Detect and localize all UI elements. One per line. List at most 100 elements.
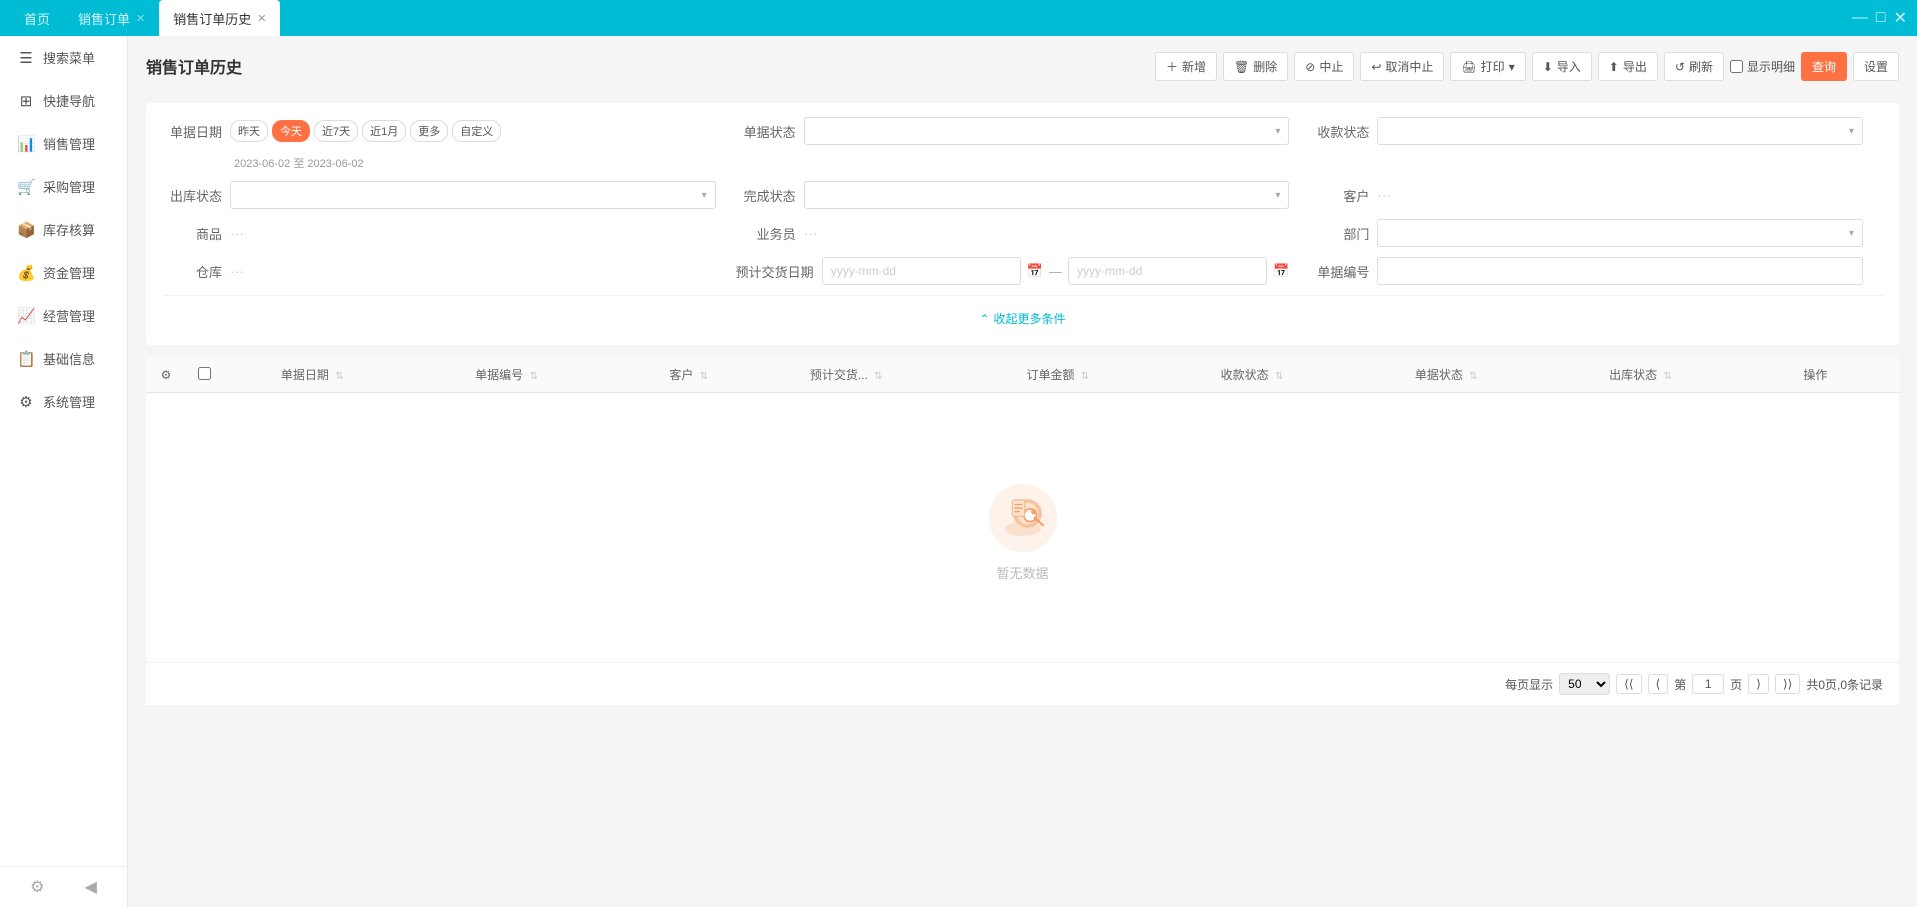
date-range-display: 2023-06-02 至 2023-06-02 <box>234 155 364 171</box>
refresh-icon: ↺ <box>1675 60 1685 74</box>
sidebar-item-quick-nav[interactable]: ⊞ 快捷导航 <box>0 79 127 122</box>
order-no-input[interactable] <box>1377 257 1863 285</box>
collapse-up-icon: ⌃ <box>979 312 989 326</box>
table-col-delivery: 预计交货... ⇅ <box>798 357 1015 393</box>
settings-button[interactable]: 设置 <box>1853 52 1899 81</box>
tab-sales-order[interactable]: 销售订单 ✕ <box>64 0 159 36</box>
filter-row-2: 出库状态 ▾ 完成状态 ▾ 客户 ··· <box>162 181 1883 209</box>
filter-row-3: 商品 ··· 业务员 ··· 部门 ▾ <box>162 219 1883 247</box>
date-pill-more[interactable]: 更多 <box>410 120 448 142</box>
show-detail-checkbox-label[interactable]: 显示明细 <box>1730 58 1795 75</box>
outbound-label: 出库状态 <box>162 186 222 205</box>
sort-orderstatus-icon[interactable]: ⇅ <box>1469 371 1477 382</box>
warehouse-picker[interactable]: ··· <box>230 263 244 279</box>
order-no-label: 单据编号 <box>1309 262 1369 281</box>
query-button[interactable]: 查询 <box>1801 52 1847 81</box>
delete-button[interactable]: 🗑 删除 <box>1223 52 1288 81</box>
table-settings-col[interactable]: ⚙ <box>146 357 186 393</box>
sort-delivery-icon[interactable]: ⇅ <box>874 371 882 382</box>
customer-control: ··· <box>1377 187 1863 203</box>
order-status-select[interactable]: ▾ <box>804 117 1290 145</box>
sidebar-item-system[interactable]: ⚙ 系统管理 <box>0 380 127 423</box>
data-table-wrap: ⚙ 单据日期 ⇅ 单据编号 ⇅ 客户 <box>146 357 1899 662</box>
window-close-button[interactable]: ✕ <box>1894 8 1907 28</box>
sidebar: ☰ 搜索菜单 ⊞ 快捷导航 📊 销售管理 🛒 采购管理 📦 库存核算 💰 资金管… <box>0 36 128 907</box>
select-all-checkbox[interactable] <box>198 367 211 380</box>
sidebar-item-basics[interactable]: 📋 基础信息 <box>0 337 127 380</box>
table-empty-row: 暂无数据 <box>146 393 1899 663</box>
last-page-button[interactable]: ⟩⟩ <box>1775 674 1800 694</box>
tab-sales-order-history-close[interactable]: ✕ <box>257 12 266 25</box>
search-menu-icon: ☰ <box>17 49 35 67</box>
calendar-to-icon[interactable]: 📅 <box>1273 263 1289 279</box>
tab-home[interactable]: 首页 <box>10 0 64 36</box>
delivery-from-input[interactable] <box>822 257 1021 285</box>
tab-sales-order-history-label: 销售订单历史 <box>173 9 251 28</box>
customer-picker[interactable]: ··· <box>1377 187 1391 203</box>
table-col-customer: 客户 ⇅ <box>657 357 798 393</box>
sort-date-icon[interactable]: ⇅ <box>335 371 343 382</box>
sidebar-item-purchase[interactable]: 🛒 采购管理 <box>0 165 127 208</box>
import-button[interactable]: ⬇ 导入 <box>1532 52 1592 81</box>
sort-outbound-icon[interactable]: ⇅ <box>1664 371 1672 382</box>
top-bar: 首页 销售订单 ✕ 销售订单历史 ✕ — □ ✕ <box>0 0 1917 36</box>
collapse-button[interactable]: ⌃ 收起更多条件 <box>162 306 1883 331</box>
purchase-icon: 🛒 <box>17 178 35 196</box>
export-button[interactable]: ⬆ 导出 <box>1598 52 1658 81</box>
table-col-action: 操作 <box>1791 357 1899 393</box>
order-status-label: 单据状态 <box>736 122 796 141</box>
filter-customer-item: 客户 ··· <box>1309 186 1883 205</box>
print-dropdown-icon: ▾ <box>1509 60 1515 74</box>
sort-customer-icon[interactable]: ⇅ <box>700 371 708 382</box>
sort-payment-icon[interactable]: ⇅ <box>1275 371 1283 382</box>
date-pill-1month[interactable]: 近1月 <box>362 120 406 142</box>
product-picker[interactable]: ··· <box>230 225 244 241</box>
sidebar-settings-button[interactable]: ⚙ <box>30 877 44 897</box>
prev-page-button[interactable]: ⟨ <box>1648 674 1669 694</box>
outbound-dropdown-icon: ▾ <box>702 190 707 201</box>
refresh-button[interactable]: ↺ 刷新 <box>1664 52 1724 81</box>
salesperson-picker[interactable]: ··· <box>804 225 818 241</box>
sidebar-item-finance[interactable]: 💰 资金管理 <box>0 251 127 294</box>
sidebar-item-operations[interactable]: 📈 经营管理 <box>0 294 127 337</box>
page-size-select[interactable]: 20 50 100 <box>1559 673 1610 695</box>
sidebar-collapse-button[interactable]: ◀ <box>85 877 97 897</box>
department-select[interactable]: ▾ <box>1377 219 1863 247</box>
department-label: 部门 <box>1309 224 1369 243</box>
add-button[interactable]: ＋ 新增 <box>1155 52 1217 81</box>
product-label: 商品 <box>162 224 222 243</box>
stop-button[interactable]: ⊘ 中止 <box>1294 52 1354 81</box>
delivery-to-input[interactable] <box>1068 257 1267 285</box>
sidebar-item-sales[interactable]: 📊 销售管理 <box>0 122 127 165</box>
minimize-button[interactable]: — <box>1852 9 1868 27</box>
sidebar-item-search[interactable]: ☰ 搜索菜单 <box>0 36 127 79</box>
payment-status-label: 收款状态 <box>1309 122 1369 141</box>
date-pill-custom[interactable]: 自定义 <box>452 120 501 142</box>
sidebar-item-system-label: 系统管理 <box>43 392 95 411</box>
warehouse-label: 仓库 <box>162 262 222 281</box>
outbound-select[interactable]: ▾ <box>230 181 716 209</box>
maximize-button[interactable]: □ <box>1876 9 1886 27</box>
sort-orderno-icon[interactable]: ⇅ <box>529 371 537 382</box>
print-button[interactable]: 🖨 打印 ▾ <box>1450 52 1525 81</box>
sidebar-item-finance-label: 资金管理 <box>43 263 95 282</box>
date-pill-7days[interactable]: 近7天 <box>314 120 358 142</box>
show-detail-checkbox[interactable] <box>1730 60 1743 73</box>
cancel-stop-button[interactable]: ↩ 取消中止 <box>1360 52 1444 81</box>
completion-select[interactable]: ▾ <box>804 181 1290 209</box>
table-body: 暂无数据 <box>146 393 1899 663</box>
page-number-prefix: 第 <box>1674 676 1686 693</box>
date-pill-today[interactable]: 今天 <box>272 120 310 142</box>
tab-sales-order-history[interactable]: 销售订单历史 ✕ <box>159 0 280 36</box>
pagination: 每页显示 20 50 100 ⟨⟨ ⟨ 第 1 页 ⟩ ⟩⟩ 共0页,0条记录 <box>146 662 1899 705</box>
first-page-button[interactable]: ⟨⟨ <box>1616 674 1641 694</box>
sort-amount-icon[interactable]: ⇅ <box>1081 371 1089 382</box>
calendar-from-icon[interactable]: 📅 <box>1027 263 1043 279</box>
tab-sales-order-close[interactable]: ✕ <box>136 12 145 25</box>
table-col-date: 单据日期 ⇅ <box>269 357 463 393</box>
date-pill-yesterday[interactable]: 昨天 <box>230 120 268 142</box>
sidebar-item-inventory[interactable]: 📦 库存核算 <box>0 208 127 251</box>
window-controls: — □ ✕ <box>1852 8 1907 28</box>
payment-status-select[interactable]: ▾ <box>1377 117 1863 145</box>
next-page-button[interactable]: ⟩ <box>1748 674 1769 694</box>
